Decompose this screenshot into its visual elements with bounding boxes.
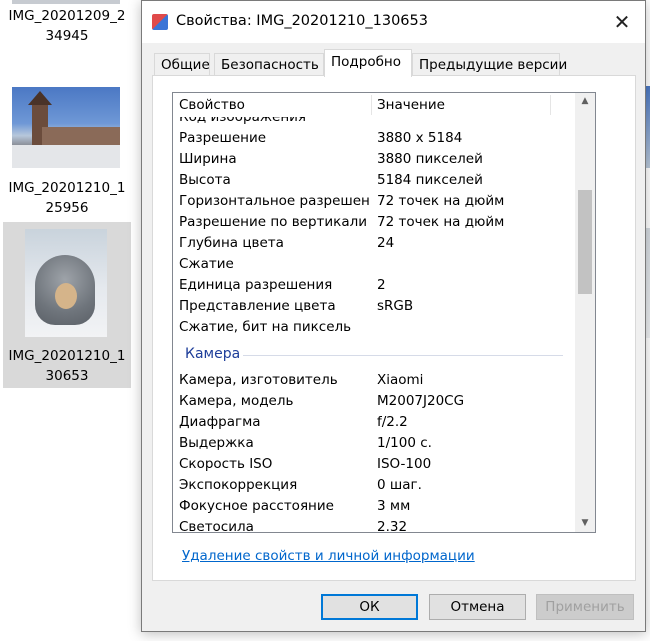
photo-thumbnail-hedgehog[interactable] bbox=[25, 229, 107, 337]
property-value: 3880 пикселей bbox=[377, 151, 483, 167]
column-header-value[interactable]: Значение bbox=[377, 93, 445, 117]
column-divider[interactable] bbox=[371, 95, 372, 115]
table-row[interactable]: Светосила 2.32 bbox=[173, 517, 575, 533]
file-name-line: IMG_20201209_2 bbox=[8, 8, 126, 24]
property-name: Камера, модель bbox=[179, 393, 294, 409]
property-name: Камера, изготовитель bbox=[179, 372, 338, 388]
vertical-scrollbar[interactable]: ▲ ▼ bbox=[575, 93, 595, 532]
remove-properties-link[interactable]: Удаление свойств и личной информации bbox=[182, 548, 475, 564]
table-row[interactable]: Выдержка 1/100 с. bbox=[173, 433, 575, 454]
column-header-property[interactable]: Свойство bbox=[179, 93, 245, 117]
group-divider bbox=[243, 355, 563, 356]
property-value: 72 точек на дюйм bbox=[377, 214, 505, 230]
close-button[interactable]: ✕ bbox=[599, 1, 645, 43]
table-row[interactable]: Диафрагма f/2.2 bbox=[173, 412, 575, 433]
table-row[interactable]: Представление цвета sRGB bbox=[173, 296, 575, 317]
thumbnail-partial bbox=[12, 0, 120, 4]
scrollbar-thumb[interactable] bbox=[578, 190, 592, 294]
properties-dialog: Свойства: IMG_20201210_130653 ✕ Общие Бе… bbox=[141, 0, 646, 632]
table-row[interactable]: Экспокоррекция 0 шаг. bbox=[173, 475, 575, 496]
table-row[interactable]: Глубина цвета 24 bbox=[173, 233, 575, 254]
property-name: Сжатие, бит на пиксель bbox=[179, 319, 352, 335]
file-name-line: 25956 bbox=[45, 200, 89, 216]
group-header-camera: Камера bbox=[185, 346, 241, 362]
title-bar[interactable]: Свойства: IMG_20201210_130653 ✕ bbox=[142, 1, 645, 43]
property-value: 3 мм bbox=[377, 498, 411, 514]
file-item[interactable]: IMG_20201210_1 25956 bbox=[3, 178, 131, 220]
photo-thumbnail-kremlin[interactable] bbox=[12, 87, 120, 168]
scroll-up-arrow-icon[interactable]: ▲ bbox=[575, 93, 595, 110]
file-name-line: IMG_20201210_1 bbox=[8, 348, 126, 364]
file-item[interactable]: IMG_20201209_2 34945 bbox=[3, 6, 131, 52]
table-row[interactable]: Разрешение по вертикали 72 точек на дюйм bbox=[173, 212, 575, 233]
tab-previous-versions[interactable]: Предыдущие версии bbox=[412, 53, 567, 75]
property-name: Разрешение по вертикали bbox=[179, 214, 367, 230]
list-header: Свойство Значение bbox=[173, 93, 575, 117]
property-name: Глубина цвета bbox=[179, 235, 284, 251]
file-name-line: 34945 bbox=[45, 28, 89, 44]
table-row[interactable]: Камера, изготовитель Xiaomi bbox=[173, 370, 575, 391]
property-value: 2.32 bbox=[377, 519, 408, 533]
property-value: M2007J20CG bbox=[377, 393, 465, 409]
table-row[interactable]: Сжатие, бит на пиксель bbox=[173, 317, 575, 338]
table-row[interactable]: Высота 5184 пикселей bbox=[173, 170, 575, 191]
scroll-down-arrow-icon[interactable]: ▼ bbox=[575, 515, 595, 532]
dialog-title: Свойства: IMG_20201210_130653 bbox=[176, 13, 428, 29]
table-row[interactable]: Ширина 3880 пикселей bbox=[173, 149, 575, 170]
table-row[interactable]: Сжатие bbox=[173, 254, 575, 275]
property-name: Единица разрешения bbox=[179, 277, 333, 293]
table-row[interactable]: Фокусное расстояние 3 мм bbox=[173, 496, 575, 517]
property-value: 72 точек на дюйм bbox=[377, 193, 505, 209]
tab-security[interactable]: Безопасность bbox=[214, 53, 324, 75]
photo-file-icon bbox=[152, 14, 168, 30]
property-name: Скорость ISO bbox=[179, 456, 273, 472]
property-value: 24 bbox=[377, 235, 395, 251]
property-name: Экспокоррекция bbox=[179, 477, 298, 493]
property-value: ISO-100 bbox=[377, 456, 432, 472]
property-name: Фокусное расстояние bbox=[179, 498, 334, 514]
property-name: Представление цвета bbox=[179, 298, 336, 314]
property-value: f/2.2 bbox=[377, 414, 408, 430]
cancel-button[interactable]: Отмена bbox=[429, 594, 526, 620]
table-row[interactable]: Единица разрешения 2 bbox=[173, 275, 575, 296]
property-value: sRGB bbox=[377, 298, 414, 314]
property-name: Высота bbox=[179, 172, 231, 188]
property-name: Выдержка bbox=[179, 435, 254, 451]
property-value: 3880 x 5184 bbox=[377, 130, 463, 146]
file-name-line: 30653 bbox=[45, 368, 89, 384]
apply-button[interactable]: Применить bbox=[536, 594, 634, 620]
property-name: Горизонтальное разрешен... bbox=[179, 193, 371, 209]
property-value: 2 bbox=[377, 277, 386, 293]
table-row[interactable]: Разрешение 3880 x 5184 bbox=[173, 128, 575, 149]
property-name: Сжатие bbox=[179, 256, 234, 272]
property-name: Светосила bbox=[179, 519, 254, 533]
table-row[interactable]: Скорость ISO ISO-100 bbox=[173, 454, 575, 475]
property-value: 5184 пикселей bbox=[377, 172, 483, 188]
properties-list[interactable]: Код изображения Разрешение 3880 x 5184 Ш… bbox=[172, 92, 596, 533]
table-row[interactable]: Камера, модель M2007J20CG bbox=[173, 391, 575, 412]
table-row[interactable]: Горизонтальное разрешен... 72 точек на д… bbox=[173, 191, 575, 212]
column-divider[interactable] bbox=[550, 95, 551, 115]
property-value: Xiaomi bbox=[377, 372, 424, 388]
property-value: 1/100 с. bbox=[377, 435, 432, 451]
property-name: Диафрагма bbox=[179, 414, 261, 430]
property-name: Разрешение bbox=[179, 130, 267, 146]
details-panel: Код изображения Разрешение 3880 x 5184 Ш… bbox=[152, 75, 636, 581]
tab-general[interactable]: Общие bbox=[154, 53, 210, 75]
properties-list-body: Код изображения Разрешение 3880 x 5184 Ш… bbox=[173, 93, 575, 532]
tab-details[interactable]: Подробно bbox=[324, 49, 412, 77]
property-name: Ширина bbox=[179, 151, 237, 167]
property-value: 0 шаг. bbox=[377, 477, 422, 493]
file-name-line: IMG_20201210_1 bbox=[8, 180, 126, 196]
ok-button[interactable]: ОК bbox=[321, 594, 418, 620]
